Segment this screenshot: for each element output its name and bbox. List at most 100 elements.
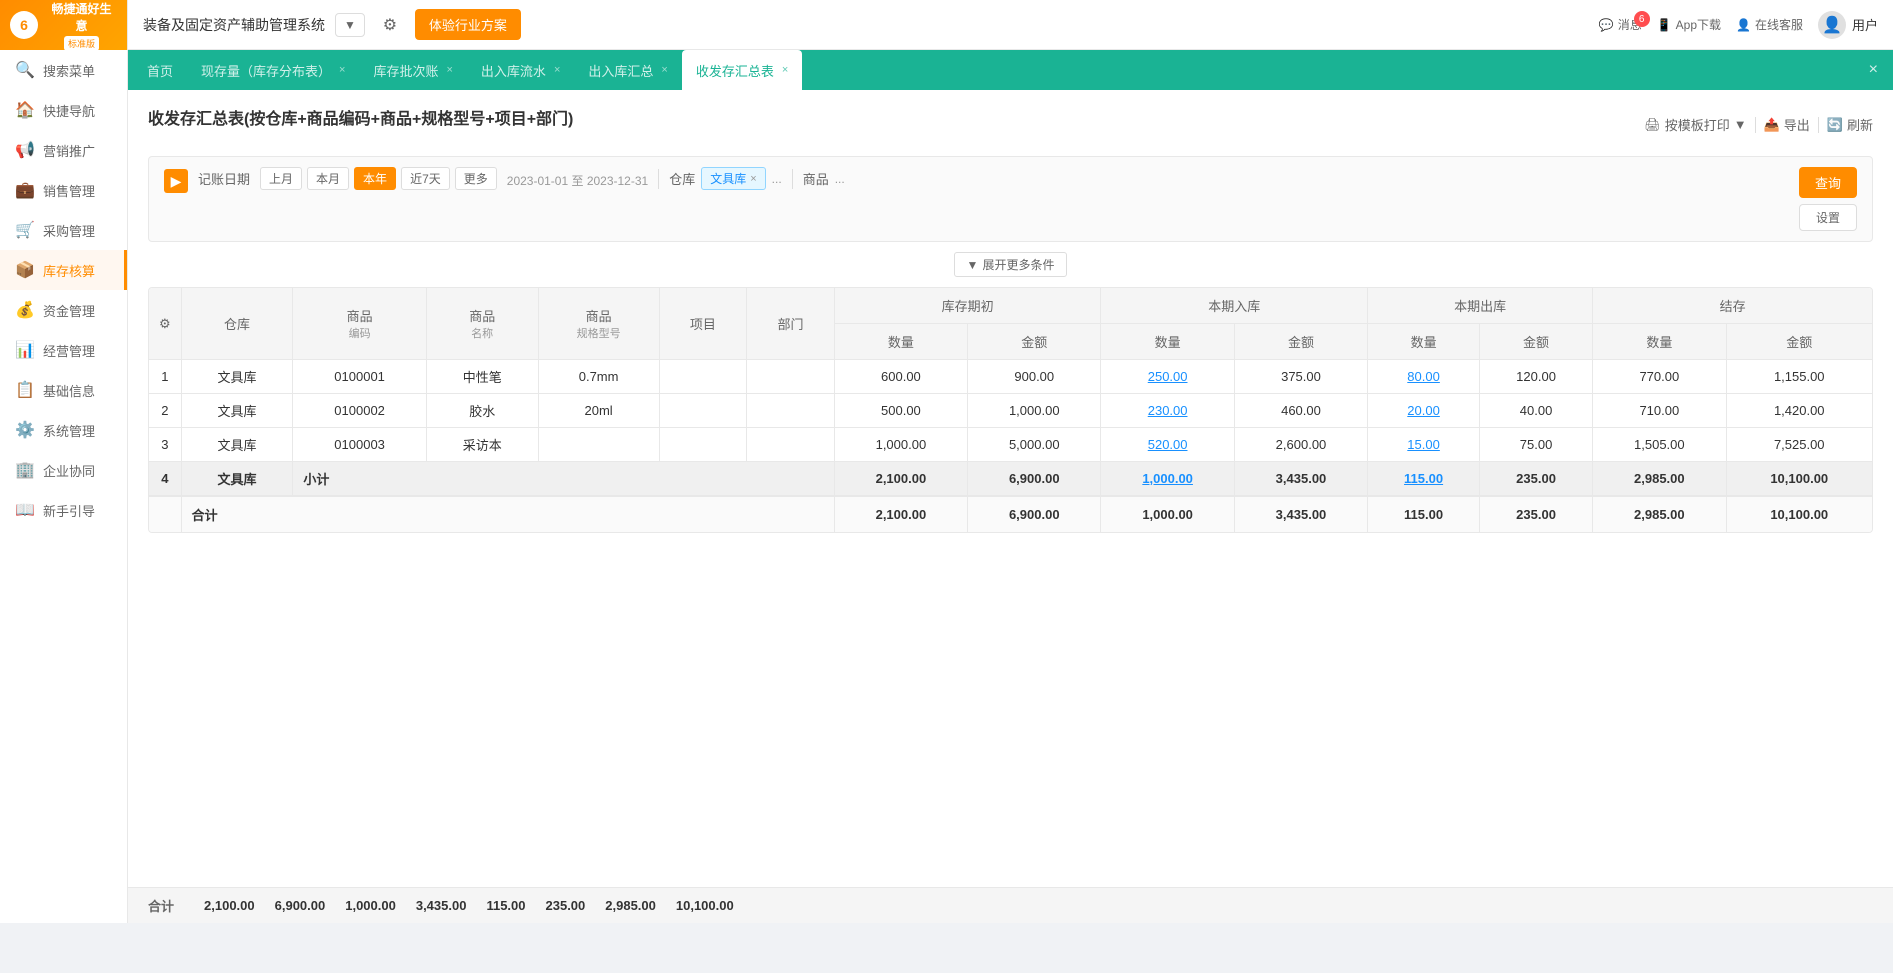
sidebar-icon-newbie: 📖 [15, 500, 35, 520]
row-out-qty[interactable]: 15.00 [1368, 428, 1480, 462]
goods-more[interactable]: ... [835, 172, 845, 186]
refresh-button[interactable]: 🔄 刷新 [1827, 115, 1873, 134]
bottom-bal-amt: 10,100.00 [676, 898, 734, 913]
date-btn-this-month[interactable]: 本月 [307, 167, 349, 190]
logo-badge: 标准版 [64, 36, 99, 51]
th-settings[interactable]: ⚙ [149, 288, 181, 360]
query-button[interactable]: 查询 [1799, 167, 1857, 198]
sub-out-amt: 235.00 [1479, 462, 1592, 497]
filter-toggle[interactable]: ▶ [164, 169, 188, 193]
settings-button[interactable]: 设置 [1799, 204, 1857, 231]
print-button[interactable]: 🖨 按模板打印 ▼ [1644, 115, 1746, 134]
tab-label-in_out_summary: 出入库汇总 [588, 61, 653, 80]
subtotal-row: 4 文具库 小计 2,100.00 6,900.00 1,000.00 3,43… [149, 462, 1872, 497]
expand-row: ▼ 展开更多条件 [148, 252, 1873, 277]
expand-conditions-button[interactable]: ▼ 展开更多条件 [954, 252, 1068, 277]
bottom-in-qty: 1,000.00 [345, 898, 396, 913]
date-btn-prev-month[interactable]: 上月 [260, 167, 302, 190]
table-row: 2 文具库 0100002 胶水 20ml 500.00 1,000.00 23… [149, 394, 1872, 428]
tab-close-inventory_distribution[interactable]: × [339, 64, 345, 76]
tab-inventory_distribution[interactable]: 现存量（库存分布表） × [187, 50, 359, 90]
sidebar-icon-inventory: 📦 [15, 260, 35, 280]
warehouse-tag-close[interactable]: × [750, 173, 756, 185]
toolbar-sep-1 [1755, 117, 1756, 133]
system-dropdown[interactable]: ▼ [335, 13, 365, 37]
trial-button[interactable]: 体验行业方案 [415, 9, 521, 40]
total-row: 合计 2,100.00 6,900.00 1,000.00 3,435.00 1… [149, 496, 1872, 532]
sub-bal-qty: 2,985.00 [1593, 462, 1726, 497]
tab-in_out_flow[interactable]: 出入库流水× [467, 50, 574, 90]
th-in-qty: 数量 [1101, 324, 1234, 360]
warehouse-tag[interactable]: 文具库 × [701, 167, 765, 190]
sidebar-icon-search: 🔍 [15, 60, 35, 80]
sidebar-item-search[interactable]: 🔍搜索菜单 [0, 50, 127, 90]
th-in: 本期入库 [1101, 288, 1368, 324]
user-menu[interactable]: 👤 用户 [1818, 11, 1878, 39]
sidebar-icon-purchase: 🛒 [15, 220, 35, 240]
warehouse-more[interactable]: ... [772, 172, 782, 186]
sidebar-item-finance[interactable]: 💰资金管理 [0, 290, 127, 330]
tab-close-batch_ledger[interactable]: × [446, 64, 452, 76]
tab-close-collection_summary[interactable]: × [782, 64, 788, 76]
date-range: 2023-01-01 至 2023-12-31 [507, 172, 648, 189]
row-in-qty[interactable]: 520.00 [1101, 428, 1234, 462]
sub-in-amt: 3,435.00 [1234, 462, 1367, 497]
row-in-amt: 375.00 [1234, 360, 1367, 394]
date-btn-7days[interactable]: 近7天 [401, 167, 450, 190]
row-dept [747, 360, 835, 394]
row-opening-qty: 500.00 [834, 394, 967, 428]
row-in-qty[interactable]: 250.00 [1101, 360, 1234, 394]
refresh-label: 刷新 [1847, 115, 1873, 134]
row-name: 采访本 [426, 428, 538, 462]
sidebar-item-system[interactable]: ⚙️系统管理 [0, 410, 127, 450]
tab-in_out_summary[interactable]: 出入库汇总 × [574, 50, 681, 90]
sidebar-item-basic_info[interactable]: 📋基础信息 [0, 370, 127, 410]
tab-bar: 首页现存量（库存分布表）×库存批次账×出入库流水×出入库汇总×收发存汇总表× × [128, 50, 1893, 90]
online-service-action[interactable]: 👤 在线客服 [1736, 16, 1803, 33]
service-icon: 👤 [1736, 18, 1751, 32]
message-action[interactable]: 💬 消息 6 [1599, 16, 1642, 33]
topbar: 装备及固定资产辅助管理系统 ▼ ⚙ 体验行业方案 💬 消息 6 📱 App下载 … [128, 0, 1893, 50]
tab-close-in_out_flow[interactable]: × [554, 64, 560, 76]
export-button[interactable]: 📤 导出 [1764, 115, 1810, 134]
logo-icon: 6 [10, 11, 38, 39]
tab-label-inventory_distribution: 现存量（库存分布表） [201, 61, 331, 80]
warehouse-filter-label: 仓库 [669, 169, 695, 188]
sidebar-item-purchase[interactable]: 🛒采购管理 [0, 210, 127, 250]
tab-label-collection_summary: 收发存汇总表 [696, 61, 774, 80]
tab-bar-close[interactable]: × [1859, 61, 1888, 79]
th-out-qty: 数量 [1368, 324, 1480, 360]
logo-info: 畅捷通好生意 标准版 [46, 0, 117, 51]
sidebar-item-enterprise[interactable]: 🏢企业协同 [0, 450, 127, 490]
date-btn-this-year[interactable]: 本年 [354, 167, 396, 190]
row-code: 0100002 [293, 394, 426, 428]
table-header-group: ⚙ 仓库 商品编码 商品名称 商品规格型号 项目 部门 库存期初 本期入库 本期… [149, 288, 1872, 324]
tab-home[interactable]: 首页 [133, 50, 187, 90]
sidebar-item-sales[interactable]: 💼销售管理 [0, 170, 127, 210]
row-out-qty[interactable]: 20.00 [1368, 394, 1480, 428]
sidebar-icon-finance: 💰 [15, 300, 35, 320]
tab-close-in_out_summary[interactable]: × [661, 64, 667, 76]
sidebar-label-inventory: 库存核算 [43, 261, 95, 280]
tab-batch_ledger[interactable]: 库存批次账× [359, 50, 466, 90]
sidebar-item-operations[interactable]: 📊经营管理 [0, 330, 127, 370]
settings-icon[interactable]: ⚙ [375, 10, 405, 40]
table-row: 3 文具库 0100003 采访本 1,000.00 5,000.00 520.… [149, 428, 1872, 462]
sidebar-item-quick_nav[interactable]: 🏠快捷导航 [0, 90, 127, 130]
expand-label: 展开更多条件 [982, 256, 1054, 273]
app-download-label: App下载 [1676, 16, 1721, 33]
row-in-qty[interactable]: 230.00 [1101, 394, 1234, 428]
th-goods-name: 商品名称 [426, 288, 538, 360]
topbar-right: 💬 消息 6 📱 App下载 👤 在线客服 👤 用户 [1599, 11, 1878, 39]
date-btn-more[interactable]: 更多 [455, 167, 497, 190]
th-goods-spec: 商品规格型号 [538, 288, 659, 360]
export-icon: 📤 [1764, 117, 1780, 133]
app-download-action[interactable]: 📱 App下载 [1657, 16, 1721, 33]
tab-collection_summary[interactable]: 收发存汇总表 × [682, 50, 802, 90]
row-out-qty[interactable]: 80.00 [1368, 360, 1480, 394]
row-code: 0100003 [293, 428, 426, 462]
sidebar-item-marketing[interactable]: 📢营销推广 [0, 130, 127, 170]
sidebar-item-newbie[interactable]: 📖新手引导 [0, 490, 127, 530]
table-row: 1 文具库 0100001 中性笔 0.7mm 600.00 900.00 25… [149, 360, 1872, 394]
sidebar-item-inventory[interactable]: 📦 库存核算 [0, 250, 127, 290]
